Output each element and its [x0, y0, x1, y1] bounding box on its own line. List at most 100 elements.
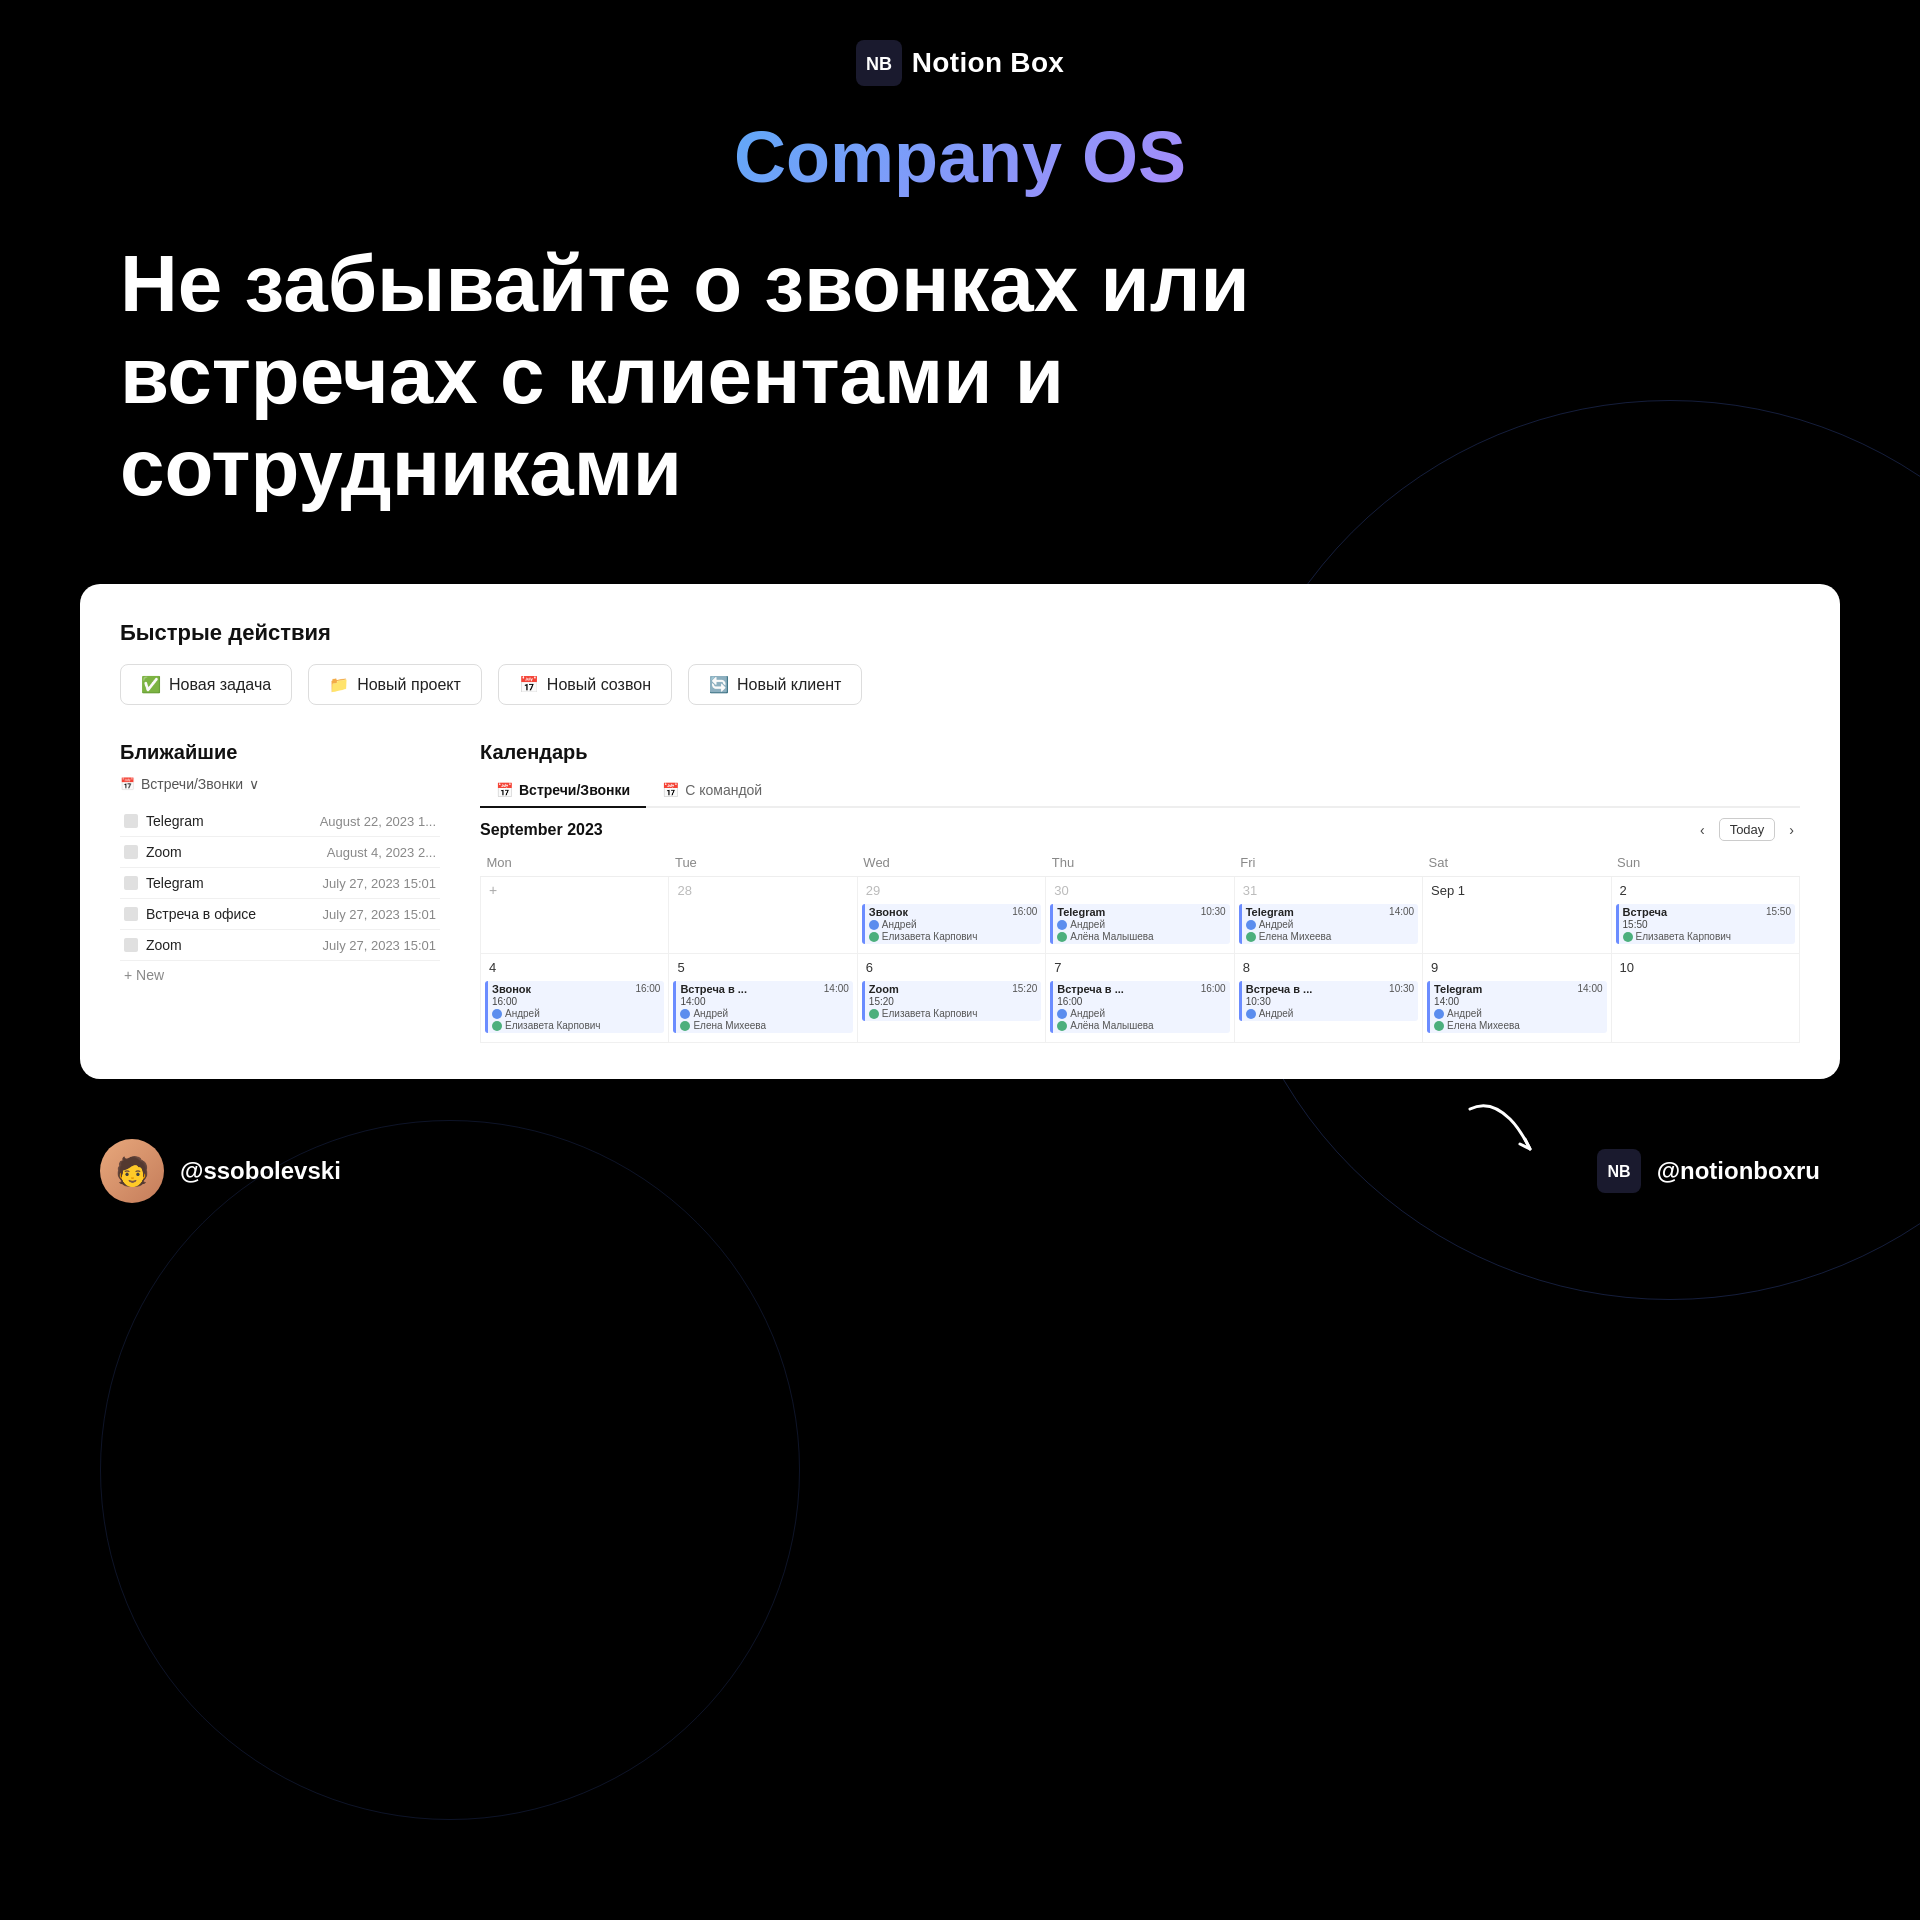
item-icon [124, 876, 138, 890]
svg-text:NB: NB [866, 54, 892, 74]
calendar-event[interactable]: Zoom15:20 15:20 Елизавета Карпович [862, 981, 1041, 1021]
calendar-day[interactable]: 28 [669, 877, 857, 954]
new-client-button[interactable]: 🔄 Новый клиент [688, 664, 862, 705]
footer-logo-icon: NB [1597, 1149, 1641, 1193]
calendar-tabs: 📅 Встречи/Звонки 📅 С командой [480, 776, 1800, 808]
new-call-button[interactable]: 📅 Новый созвон [498, 664, 672, 705]
calendar-section: Календарь 📅 Встречи/Звонки 📅 С командой … [480, 741, 1800, 1043]
event-person: Алёна Малышева [1057, 1020, 1225, 1031]
today-button[interactable]: Today [1719, 818, 1776, 841]
calendar-event[interactable]: Telegram14:00 Андрей Елена Михеева [1239, 904, 1418, 944]
event-person: Андрей [1057, 919, 1225, 930]
calendar-event[interactable]: Звонок16:00 16:00 Андрей Елизавета Карпо… [485, 981, 664, 1033]
svg-text:NB: NB [1607, 1163, 1630, 1180]
quick-actions-title: Быстрые действия [120, 620, 1800, 646]
footer: 🧑 @ssobolevski NB @notionboxru [80, 1139, 1840, 1203]
weekday-mon: Mon [481, 851, 669, 877]
calendar-day[interactable]: 9 Telegram14:00 14:00 Андрей Елена Михее… [1423, 954, 1611, 1043]
upcoming-list: Telegram August 22, 2023 1... Zoom Augus… [120, 806, 440, 961]
event-person: Елизавета Карпович [1623, 931, 1791, 942]
brand-header: NB Notion Box [856, 40, 1064, 86]
call-icon: 📅 [519, 675, 539, 694]
tab-with-team[interactable]: 📅 С командой [646, 776, 778, 808]
item-name-left: Zoom [124, 844, 182, 860]
item-name-left: Telegram [124, 875, 204, 891]
calendar-day[interactable]: 4 Звонок16:00 16:00 Андрей Елизавета Кар… [481, 954, 669, 1043]
day-number: 10 [1616, 958, 1638, 977]
upcoming-filter[interactable]: 📅 Встречи/Звонки ∨ [120, 776, 440, 792]
next-month-button[interactable]: › [1783, 820, 1800, 840]
calendar-grid: Mon Tue Wed Thu Fri Sat Sun [480, 851, 1800, 1043]
event-person: Андрей [1057, 1008, 1225, 1019]
calendar-header: September 2023 ‹ Today › [480, 818, 1800, 841]
calendar-day[interactable]: 31 Telegram14:00 Андрей Елена Михеева [1234, 877, 1422, 954]
weekday-wed: Wed [857, 851, 1045, 877]
filter-icon: 📅 [120, 777, 135, 791]
day-number: 30 [1050, 881, 1072, 900]
footer-right: NB @notionboxru [1597, 1149, 1820, 1193]
new-project-button[interactable]: 📁 Новый проект [308, 664, 482, 705]
weekday-fri: Fri [1234, 851, 1422, 877]
tab-icon: 📅 [662, 782, 679, 798]
calendar-day[interactable]: 29 Звонок16:00 Андрей Елизавета Карпович [857, 877, 1045, 954]
list-item: Telegram July 27, 2023 15:01 [120, 868, 440, 899]
day-number: 4 [485, 958, 500, 977]
item-name-left: Встреча в офисе [124, 906, 256, 922]
calendar-day[interactable]: 2 Встреча15:50 15:50 Елизавета Карпович [1611, 877, 1799, 954]
upcoming-title: Ближайшие [120, 741, 440, 764]
footer-left: 🧑 @ssobolevski [100, 1139, 341, 1203]
calendar-nav: ‹ Today › [1694, 818, 1800, 841]
calendar-day[interactable]: 5 Встреча в ...14:00 14:00 Андрей Елена … [669, 954, 857, 1043]
event-person: Елена Михеева [1434, 1020, 1602, 1031]
calendar-day[interactable]: 6 Zoom15:20 15:20 Елизавета Карпович [857, 954, 1045, 1043]
notion-card: Быстрые действия ✅ Новая задача 📁 Новый … [80, 584, 1840, 1079]
event-person: Андрей [1246, 1008, 1414, 1019]
calendar-day[interactable]: Sep 1 [1423, 877, 1611, 954]
item-name-left: Zoom [124, 937, 182, 953]
upcoming-section: Ближайшие 📅 Встречи/Звонки ∨ Telegram Au… [120, 741, 440, 989]
item-icon [124, 814, 138, 828]
calendar-week-1: + 28 29 Звонок16:00 Андрей [481, 877, 1800, 954]
day-number: 6 [862, 958, 877, 977]
add-new-button[interactable]: + New [120, 961, 440, 989]
calendar-event[interactable]: Звонок16:00 Андрей Елизавета Карпович [862, 904, 1041, 944]
calendar-day[interactable]: 8 Встреча в ...10:30 10:30 Андрей [1234, 954, 1422, 1043]
event-person: Андрей [869, 919, 1037, 930]
day-number: 8 [1239, 958, 1254, 977]
item-name-left: Telegram [124, 813, 204, 829]
right-social-handle: @notionboxru [1657, 1157, 1820, 1185]
calendar-event[interactable]: Встреча в ...10:30 10:30 Андрей [1239, 981, 1418, 1021]
calendar-event[interactable]: Telegram14:00 14:00 Андрей Елена Михеева [1427, 981, 1606, 1033]
tab-meetings-calls[interactable]: 📅 Встречи/Звонки [480, 776, 646, 808]
calendar-event[interactable]: Встреча15:50 15:50 Елизавета Карпович [1616, 904, 1795, 944]
event-person: Елена Михеева [1246, 931, 1414, 942]
prev-month-button[interactable]: ‹ [1694, 820, 1711, 840]
event-person: Елизавета Карпович [869, 931, 1037, 942]
brand-name: Notion Box [912, 47, 1064, 79]
client-icon: 🔄 [709, 675, 729, 694]
calendar-day[interactable]: 7 Встреча в ...16:00 16:00 Андрей Алёна … [1046, 954, 1234, 1043]
add-event-button[interactable]: + [485, 880, 501, 900]
day-number: 7 [1050, 958, 1065, 977]
list-item: Встреча в офисе July 27, 2023 15:01 [120, 899, 440, 930]
calendar-day[interactable]: + [481, 877, 669, 954]
calendar-event[interactable]: Встреча в ...16:00 16:00 Андрей Алёна Ма… [1050, 981, 1229, 1033]
item-icon [124, 907, 138, 921]
calendar-event[interactable]: Встреча в ...14:00 14:00 Андрей Елена Ми… [673, 981, 852, 1033]
day-number: 2 [1616, 881, 1631, 900]
day-number: 29 [862, 881, 884, 900]
quick-actions-row: ✅ Новая задача 📁 Новый проект 📅 Новый со… [120, 664, 1800, 705]
event-person: Андрей [1246, 919, 1414, 930]
event-person: Елена Михеева [680, 1020, 848, 1031]
new-task-button[interactable]: ✅ Новая задача [120, 664, 292, 705]
calendar-day[interactable]: 30 Telegram10:30 Андрей Алёна Малышева [1046, 877, 1234, 954]
two-col-layout: Ближайшие 📅 Встречи/Звонки ∨ Telegram Au… [120, 741, 1800, 1043]
tab-icon: 📅 [496, 782, 513, 798]
avatar: 🧑 [100, 1139, 164, 1203]
calendar-event[interactable]: Telegram10:30 Андрей Алёна Малышева [1050, 904, 1229, 944]
list-item: Telegram August 22, 2023 1... [120, 806, 440, 837]
day-number: 5 [673, 958, 688, 977]
calendar-day[interactable]: 10 [1611, 954, 1799, 1043]
chevron-down-icon: ∨ [249, 776, 259, 792]
brand-logo-icon: NB [856, 40, 902, 86]
